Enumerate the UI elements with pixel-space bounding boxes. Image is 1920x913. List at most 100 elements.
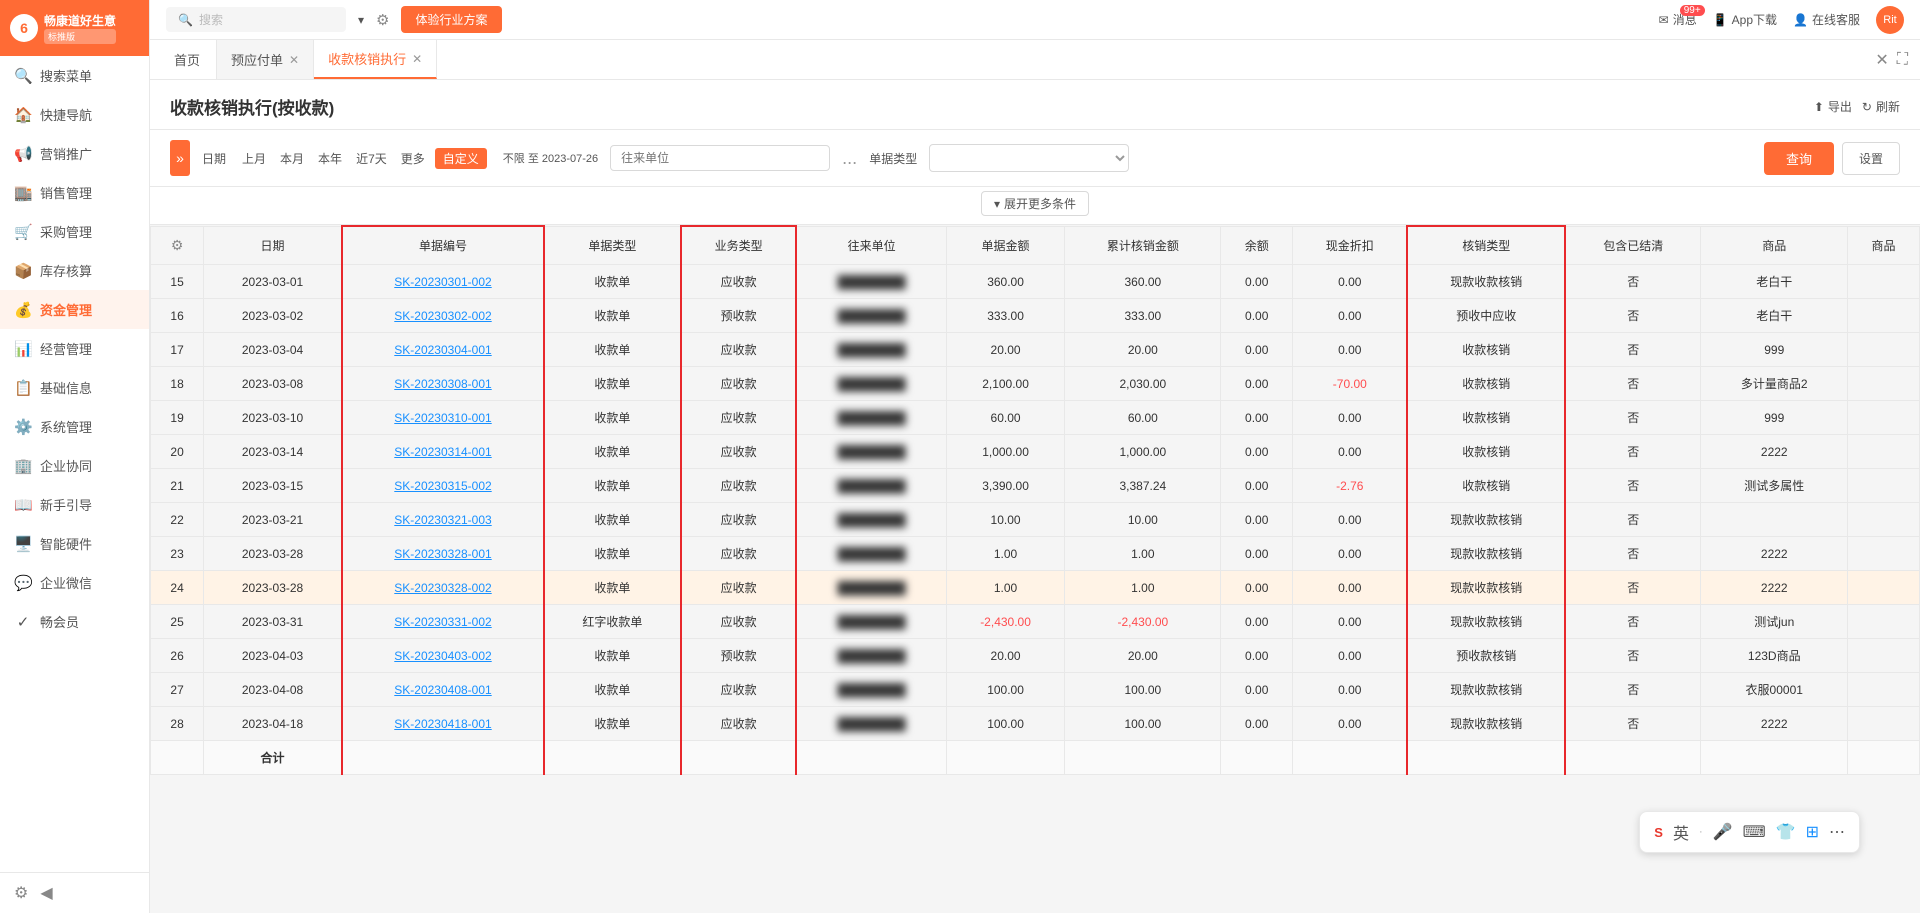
cell-cash-discount: 0.00	[1293, 435, 1408, 469]
sidebar-item-finance[interactable]: 💰 资金管理	[0, 290, 149, 329]
date-btn-this-year[interactable]: 本年	[314, 148, 346, 169]
table-row: 25 2023-03-31 SK-20230331-002 红字收款单 应收款 …	[151, 605, 1920, 639]
tab-prepay-close-icon[interactable]: ✕	[289, 53, 299, 67]
topbar: 🔍 搜索 ▾ ⚙ 体验行业方案 ✉ 消息 99+ 📱 App下载 👤 在线客服 …	[150, 0, 1920, 40]
cell-partner: ████████	[796, 571, 946, 605]
total-docno-cell	[342, 741, 544, 775]
cell-date: 2023-03-28	[204, 537, 342, 571]
table-settings-icon[interactable]: ⚙	[171, 237, 184, 253]
cell-verified: 1.00	[1065, 537, 1221, 571]
date-filter-label: 日期	[202, 150, 226, 167]
doc-no-link[interactable]: SK-20230308-001	[394, 377, 491, 391]
tab-home[interactable]: 首页	[158, 40, 217, 79]
sidebar-item-enterprise[interactable]: 🏢 企业协同	[0, 446, 149, 485]
doc-no-link[interactable]: SK-20230408-001	[394, 683, 491, 697]
floating-keyboard-icon[interactable]: ⌨	[1743, 822, 1766, 842]
tab-expand-icon[interactable]: ⛶	[1897, 51, 1908, 69]
filter-bar: » 日期 上月 本月 本年 近7天 更多 自定义 不限 至 2023-07-26…	[150, 130, 1920, 187]
cell-product: 测试多属性	[1701, 469, 1848, 503]
sidebar-item-hardware[interactable]: 🖥️ 智能硬件	[0, 524, 149, 563]
doc-no-link[interactable]: SK-20230302-002	[394, 309, 491, 323]
filter-collapse-button[interactable]: »	[170, 140, 190, 176]
cell-date: 2023-03-01	[204, 265, 342, 299]
doc-no-link[interactable]: SK-20230301-002	[394, 275, 491, 289]
doc-no-link[interactable]: SK-20230310-001	[394, 411, 491, 425]
cell-product: 2222	[1701, 435, 1848, 469]
query-button[interactable]: 查询	[1764, 142, 1834, 175]
solution-button[interactable]: 体验行业方案	[401, 6, 501, 33]
expand-btn-label: 展开更多条件	[1004, 195, 1076, 212]
date-custom-button[interactable]: 自定义	[435, 148, 487, 169]
sidebar-item-marketing[interactable]: 📢 营销推广	[0, 134, 149, 173]
tab-close-all-icon[interactable]: ✕	[1875, 50, 1888, 70]
message-button[interactable]: ✉ 消息 99+	[1659, 11, 1697, 28]
date-btn-more[interactable]: 更多	[397, 148, 429, 169]
sidebar-item-business[interactable]: 📊 经营管理	[0, 329, 149, 368]
doc-no-link[interactable]: SK-20230331-002	[394, 615, 491, 629]
sidebar-item-label: 采购管理	[40, 222, 92, 241]
online-service-button[interactable]: 👤 在线客服	[1793, 11, 1860, 28]
collapse-sidebar-icon[interactable]: ◀	[40, 883, 52, 903]
filter-more-dots[interactable]: ...	[842, 148, 857, 169]
floating-mic-icon[interactable]: 🎤	[1713, 822, 1733, 842]
cell-doc-type: 收款单	[544, 639, 681, 673]
cell-partner: ████████	[796, 367, 946, 401]
tab-collection-close-icon[interactable]: ✕	[412, 52, 422, 66]
enterprise-icon: 🏢	[14, 457, 32, 475]
date-btn-7days[interactable]: 近7天	[352, 148, 391, 169]
cell-include-settled: 否	[1565, 435, 1701, 469]
sidebar-item-purchase[interactable]: 🛒 采购管理	[0, 212, 149, 251]
expand-conditions-button[interactable]: ▾ 展开更多条件	[981, 191, 1089, 216]
sidebar-item-guide[interactable]: 📖 新手引导	[0, 485, 149, 524]
doc-no-link[interactable]: SK-20230403-002	[394, 649, 491, 663]
col-header-settings[interactable]: ⚙	[151, 226, 204, 265]
doc-no-link[interactable]: SK-20230328-001	[394, 547, 491, 561]
cell-balance: 0.00	[1221, 537, 1293, 571]
date-btn-last-month[interactable]: 上月	[238, 148, 270, 169]
doc-no-link[interactable]: SK-20230314-001	[394, 445, 491, 459]
sidebar-item-search[interactable]: 🔍 搜索菜单	[0, 56, 149, 95]
date-btn-this-month[interactable]: 本月	[276, 148, 308, 169]
sidebar-item-label: 系统管理	[40, 417, 92, 436]
sidebar-item-inventory[interactable]: 📦 库存核算	[0, 251, 149, 290]
floating-shirt-icon[interactable]: 👕	[1776, 822, 1796, 842]
doc-no-link[interactable]: SK-20230321-003	[394, 513, 491, 527]
refresh-button[interactable]: ↻ 刷新	[1862, 98, 1900, 115]
floating-grid-icon[interactable]: ⊞	[1806, 822, 1819, 842]
doc-no-link[interactable]: SK-20230304-001	[394, 343, 491, 357]
user-avatar[interactable]: Rit	[1876, 6, 1904, 34]
sidebar-item-system[interactable]: ⚙️ 系统管理	[0, 407, 149, 446]
floating-more-icon[interactable]: ⋯	[1829, 822, 1845, 842]
table-row: 20 2023-03-14 SK-20230314-001 收款单 应收款 ██…	[151, 435, 1920, 469]
sidebar-item-basic[interactable]: 📋 基础信息	[0, 368, 149, 407]
voucher-type-select[interactable]	[929, 144, 1129, 172]
col-header-verify-type: 核销类型	[1407, 226, 1565, 265]
cell-verify-type: 收款核销	[1407, 367, 1565, 401]
doc-no-link[interactable]: SK-20230328-002	[394, 581, 491, 595]
sidebar-item-shortcut[interactable]: 🏠 快捷导航	[0, 95, 149, 134]
sidebar-item-member[interactable]: ✓ 畅会员	[0, 602, 149, 641]
settings-bottom-icon[interactable]: ⚙	[14, 883, 28, 903]
topbar-dropdown[interactable]: ▾	[358, 13, 364, 27]
topbar-gear-icon[interactable]: ⚙	[376, 11, 389, 29]
doc-no-link[interactable]: SK-20230315-002	[394, 479, 491, 493]
cell-biz-type: 应收款	[681, 265, 797, 299]
cell-include-settled: 否	[1565, 605, 1701, 639]
tab-collection[interactable]: 收款核销执行 ✕	[314, 40, 437, 79]
filter-settings-button[interactable]: 设置	[1842, 142, 1900, 175]
sidebar-item-sales[interactable]: 🏬 销售管理	[0, 173, 149, 212]
cell-partner: ████████	[796, 707, 946, 741]
cell-partner: ████████	[796, 673, 946, 707]
tab-prepay[interactable]: 预应付单 ✕	[217, 40, 314, 79]
cell-cash-discount: 0.00	[1293, 605, 1408, 639]
sidebar-menu: 🔍 搜索菜单 🏠 快捷导航 📢 营销推广 🏬 销售管理 🛒 采购管理 📦 库存核…	[0, 56, 149, 872]
cell-amount: 20.00	[946, 333, 1065, 367]
export-button[interactable]: ⬆ 导出	[1814, 98, 1852, 115]
sidebar-item-wechat[interactable]: 💬 企业微信	[0, 563, 149, 602]
partner-input[interactable]	[610, 145, 830, 171]
business-icon: 📊	[14, 340, 32, 358]
doc-no-link[interactable]: SK-20230418-001	[394, 717, 491, 731]
app-download-button[interactable]: 📱 App下载	[1713, 11, 1777, 28]
topbar-search-box[interactable]: 🔍 搜索	[166, 7, 346, 32]
cell-include-settled: 否	[1565, 639, 1701, 673]
